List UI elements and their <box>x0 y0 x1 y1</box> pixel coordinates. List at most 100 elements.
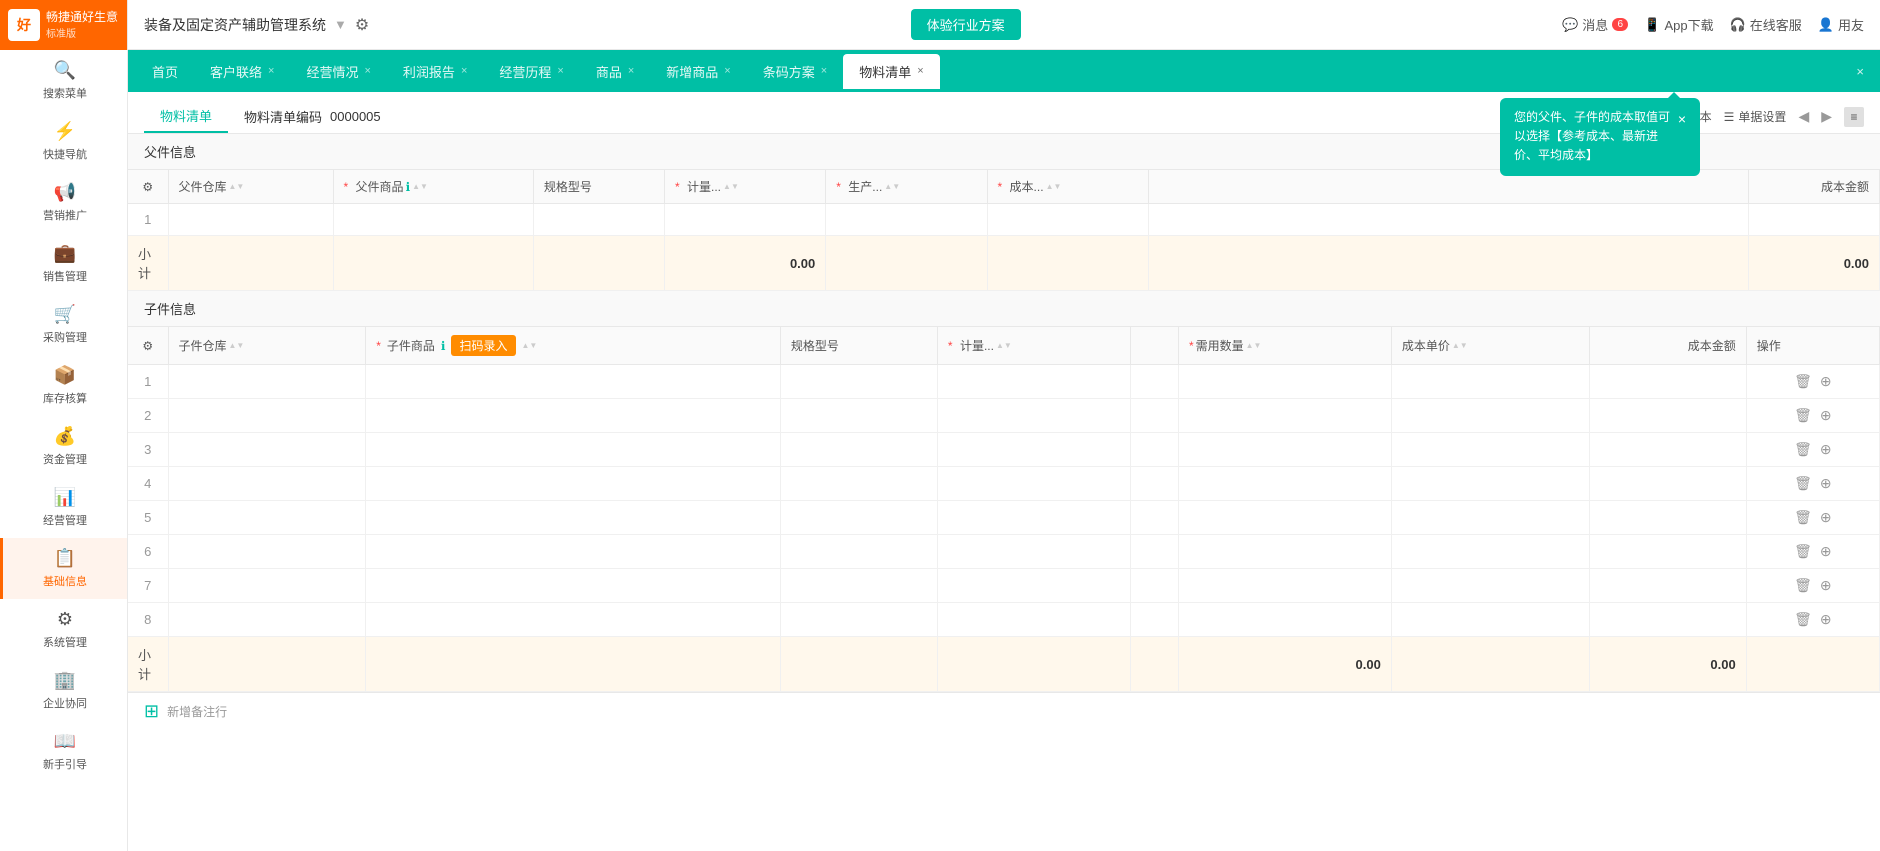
parent-production-cell[interactable] <box>826 204 987 236</box>
delete-icon[interactable]: 🗑 <box>1794 475 1812 492</box>
child-spec-cell[interactable] <box>780 365 937 399</box>
child-qty-cell[interactable] <box>1178 365 1391 399</box>
close-all-tabs[interactable]: × <box>1848 64 1872 79</box>
child-unit-cell[interactable] <box>937 535 1130 569</box>
tab-new-product[interactable]: 新增商品 × <box>650 54 746 89</box>
parent-col-settings[interactable]: ⚙ <box>128 170 168 204</box>
child-unit-cost-cell[interactable] <box>1391 569 1589 603</box>
sidebar-item-quick-nav[interactable]: ⚡ 快捷导航 <box>0 111 127 172</box>
tooltip-close-button[interactable]: × <box>1678 108 1686 130</box>
tab-close-icon[interactable]: × <box>821 65 827 77</box>
delete-icon[interactable]: 🗑 <box>1794 407 1812 424</box>
child-unit-cost-cell[interactable] <box>1391 467 1589 501</box>
parent-unit-cell[interactable] <box>665 204 826 236</box>
copy-icon[interactable]: ⊕ <box>1820 441 1832 458</box>
tab-close-icon[interactable]: × <box>268 65 274 77</box>
child-spec-cell[interactable] <box>780 433 937 467</box>
child-col-settings[interactable]: ⚙ <box>128 327 168 365</box>
child-unit-cost-cell[interactable] <box>1391 399 1589 433</box>
child-spec-cell[interactable] <box>780 399 937 433</box>
child-warehouse-cell[interactable] <box>168 501 366 535</box>
tab-close-icon[interactable]: × <box>557 65 563 77</box>
table-view-icon[interactable]: ≡ <box>1844 107 1864 127</box>
tab-close-icon[interactable]: × <box>917 65 923 77</box>
delete-icon[interactable]: 🗑 <box>1794 543 1812 560</box>
child-unit-cost-cell[interactable] <box>1391 365 1589 399</box>
tab-products[interactable]: 商品 × <box>580 54 650 89</box>
child-warehouse-cell[interactable] <box>168 365 366 399</box>
child-qty-cell[interactable] <box>1178 603 1391 637</box>
copy-icon[interactable]: ⊕ <box>1820 373 1832 390</box>
scan-button[interactable]: 扫码录入 <box>451 335 515 356</box>
sidebar-item-guide[interactable]: 📖 新手引导 <box>0 721 127 782</box>
child-warehouse-cell[interactable] <box>168 467 366 501</box>
copy-icon[interactable]: ⊕ <box>1820 475 1832 492</box>
child-product-cell[interactable] <box>366 399 781 433</box>
sort-arrows[interactable]: ▲▼ <box>1452 341 1468 350</box>
child-unit-cell[interactable] <box>937 569 1130 603</box>
sort-arrows[interactable]: ▲▼ <box>229 182 245 191</box>
delete-icon[interactable]: 🗑 <box>1794 611 1812 628</box>
child-spec-cell[interactable] <box>780 501 937 535</box>
child-warehouse-cell[interactable] <box>168 433 366 467</box>
tab-bom[interactable]: 物料清单 × <box>843 54 939 89</box>
child-unit-cost-cell[interactable] <box>1391 501 1589 535</box>
sidebar-item-enterprise[interactable]: 🏢 企业协同 <box>0 660 127 721</box>
tab-customers[interactable]: 客户联络 × <box>194 54 290 89</box>
child-unit-cell[interactable] <box>937 603 1130 637</box>
child-unit-cell[interactable] <box>937 399 1130 433</box>
sort-arrows[interactable]: ▲▼ <box>412 182 428 191</box>
parent-product-cell[interactable] <box>333 204 533 236</box>
dropdown-arrow[interactable]: ▼ <box>334 17 347 32</box>
sidebar-item-purchase[interactable]: 🛒 采购管理 <box>0 294 127 355</box>
sidebar-item-finance[interactable]: 💰 资金管理 <box>0 416 127 477</box>
child-spec-cell[interactable] <box>780 535 937 569</box>
copy-icon[interactable]: ⊕ <box>1820 611 1832 628</box>
sidebar-item-operations[interactable]: 📊 经营管理 <box>0 477 127 538</box>
tab-history[interactable]: 经营历程 × <box>483 54 579 89</box>
delete-icon[interactable]: 🗑 <box>1794 441 1812 458</box>
child-qty-cell[interactable] <box>1178 467 1391 501</box>
sidebar-item-basic-info[interactable]: 📋 基础信息 <box>0 538 127 599</box>
copy-icon[interactable]: ⊕ <box>1820 509 1832 526</box>
sidebar-item-inventory[interactable]: 📦 库存核算 <box>0 355 127 416</box>
child-warehouse-cell[interactable] <box>168 569 366 603</box>
child-qty-cell[interactable] <box>1178 535 1391 569</box>
trial-button[interactable]: 体验行业方案 <box>911 9 1021 40</box>
parent-spec-cell[interactable] <box>533 204 664 236</box>
child-qty-cell[interactable] <box>1178 501 1391 535</box>
child-product-cell[interactable] <box>366 569 781 603</box>
child-qty-cell[interactable] <box>1178 399 1391 433</box>
copy-icon[interactable]: ⊕ <box>1820 543 1832 560</box>
parent-cost-cell[interactable] <box>987 204 1148 236</box>
child-unit-cell[interactable] <box>937 501 1130 535</box>
online-service-item[interactable]: 🎧 在线客服 <box>1730 15 1802 34</box>
single-settings-action[interactable]: ☰ 单据设置 <box>1724 108 1787 125</box>
copy-icon[interactable]: ⊕ <box>1820 577 1832 594</box>
sidebar-item-search[interactable]: 🔍 搜索菜单 <box>0 50 127 111</box>
tab-operations[interactable]: 经营情况 × <box>290 54 386 89</box>
tab-close-icon[interactable]: × <box>364 65 370 77</box>
child-product-cell[interactable] <box>366 603 781 637</box>
message-item[interactable]: 💬 消息 6 <box>1562 15 1628 34</box>
sidebar-item-system[interactable]: ⚙ 系统管理 <box>0 599 127 660</box>
sort-arrows[interactable]: ▲▼ <box>229 341 245 350</box>
sort-arrows[interactable]: ▲▼ <box>1246 341 1262 350</box>
child-unit-cell[interactable] <box>937 467 1130 501</box>
sub-tab-bom-list[interactable]: 物料清单 <box>144 100 228 133</box>
sidebar-item-marketing[interactable]: 📢 营销推广 <box>0 172 127 233</box>
tab-close-icon[interactable]: × <box>724 65 730 77</box>
child-qty-cell[interactable] <box>1178 433 1391 467</box>
sort-arrows[interactable]: ▲▼ <box>1046 182 1062 191</box>
child-unit-cost-cell[interactable] <box>1391 535 1589 569</box>
settings-icon[interactable]: ⚙ <box>355 15 369 35</box>
child-warehouse-cell[interactable] <box>168 399 366 433</box>
add-row-label[interactable]: 新增备注行 <box>167 703 227 720</box>
child-warehouse-cell[interactable] <box>168 603 366 637</box>
child-spec-cell[interactable] <box>780 467 937 501</box>
tab-close-icon[interactable]: × <box>628 65 634 77</box>
child-qty-cell[interactable] <box>1178 569 1391 603</box>
delete-icon[interactable]: 🗑 <box>1794 509 1812 526</box>
child-spec-cell[interactable] <box>780 569 937 603</box>
sidebar-item-sales[interactable]: 💼 销售管理 <box>0 233 127 294</box>
